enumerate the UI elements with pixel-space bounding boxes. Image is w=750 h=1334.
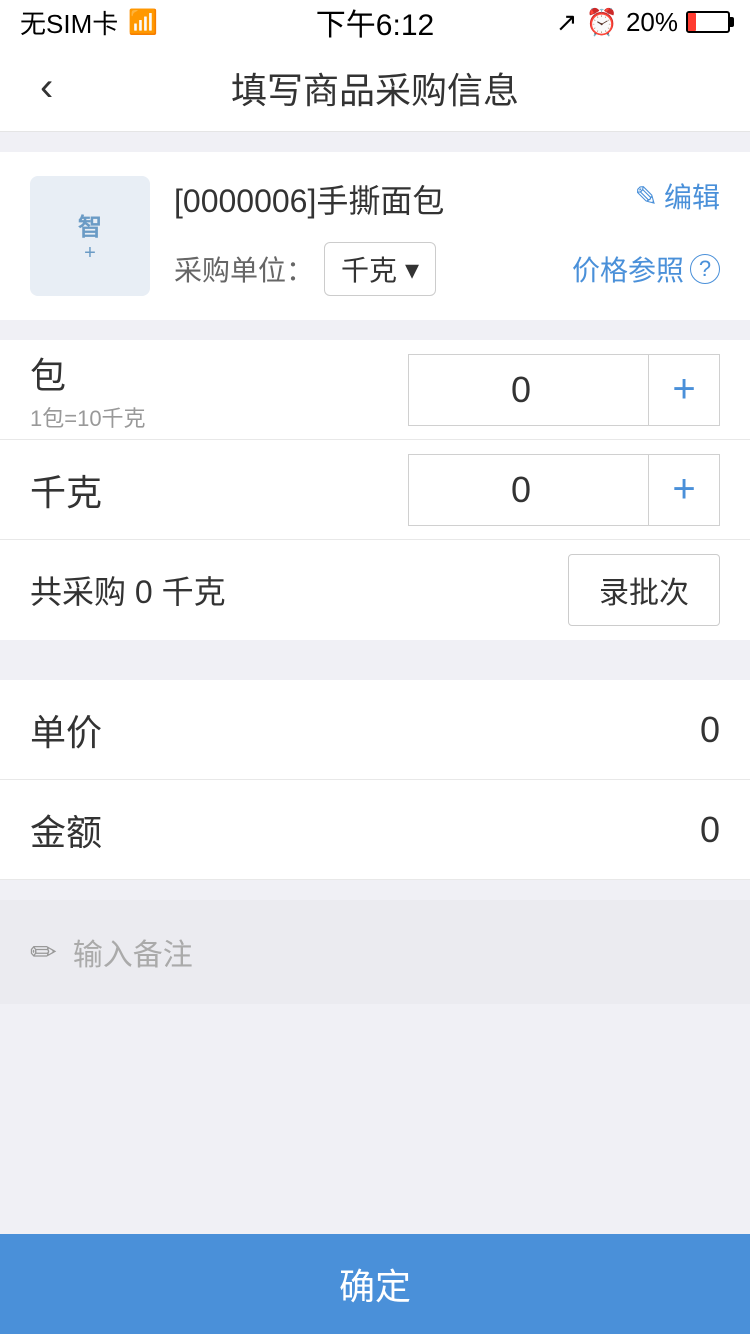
unit-selector[interactable]: 千克 ▾ (324, 242, 436, 296)
amount-row: 金额 0 (0, 780, 750, 880)
product-name: [0000006]手撕面包 (174, 176, 444, 222)
bag-main-label: 包 (30, 347, 150, 399)
dropdown-icon: ▾ (405, 253, 419, 286)
unit-price-label: 单价 (30, 704, 102, 756)
kg-plus-button[interactable]: + (648, 454, 720, 526)
product-header: [0000006]手撕面包 ✎ 编辑 (174, 176, 720, 222)
nav-bar: ‹ 填写商品采购信息 (0, 44, 750, 132)
location-icon: ↗ (556, 7, 578, 38)
confirm-button[interactable]: 确定 (0, 1234, 750, 1334)
unit-label: 采购单位： (174, 249, 314, 289)
confirm-label: 确定 (339, 1258, 411, 1310)
status-bar-right: ↗ ⏰ 20% (556, 7, 730, 38)
product-image: 智 + (30, 176, 150, 296)
unit-price-row: 单价 0 (0, 680, 750, 780)
batch-button[interactable]: 录批次 (568, 554, 720, 626)
remark-placeholder: 输入备注 (73, 930, 193, 974)
battery-percent: 20% (626, 7, 678, 38)
divider-2 (0, 640, 750, 660)
kg-quantity-input[interactable] (408, 454, 648, 526)
logo-plus: + (84, 242, 96, 265)
bag-plus-button[interactable]: + (648, 354, 720, 426)
bag-controls: + (150, 354, 720, 426)
logo-text: 智 (78, 207, 102, 242)
summary-text: 共采购 0 千克 (30, 567, 226, 613)
price-ref-help-icon: ? (690, 254, 720, 284)
amount-value: 0 (700, 809, 720, 851)
battery-icon (686, 11, 730, 33)
pencil-icon: ✏ (30, 933, 57, 971)
edit-label: 编辑 (664, 176, 720, 216)
amount-label: 金额 (30, 804, 102, 856)
status-bar: 无SIM卡 📶 下午6:12 ↗ ⏰ 20% (0, 0, 750, 44)
product-info: [0000006]手撕面包 ✎ 编辑 采购单位： 千克 ▾ 价格参照 ? (174, 176, 720, 296)
price-section: 单价 0 金额 0 (0, 680, 750, 880)
status-bar-left: 无SIM卡 📶 (20, 4, 158, 41)
bag-quantity-input[interactable] (408, 354, 648, 426)
main-content: 智 + [0000006]手撕面包 ✎ 编辑 采购单位： 千克 ▾ (0, 152, 750, 1124)
edit-icon: ✎ (635, 180, 658, 213)
page-title: 填写商品采购信息 (231, 62, 519, 114)
price-ref-label: 价格参照 (572, 249, 684, 289)
divider-1 (0, 320, 750, 340)
kg-input-row: 千克 + (0, 440, 750, 540)
bag-label: 包 1包=10千克 (30, 347, 150, 433)
price-ref-button[interactable]: 价格参照 ? (572, 249, 720, 289)
bag-sub-label: 1包=10千克 (30, 401, 150, 433)
alarm-icon: ⏰ (586, 7, 618, 38)
product-unit-row: 采购单位： 千克 ▾ 价格参照 ? (174, 242, 720, 296)
product-card: 智 + [0000006]手撕面包 ✎ 编辑 采购单位： 千克 ▾ (0, 152, 750, 320)
carrier-text: 无SIM卡 (20, 4, 118, 41)
unit-value: 千克 (341, 249, 397, 289)
wifi-icon: 📶 (128, 8, 158, 37)
status-bar-time: 下午6:12 (316, 0, 434, 44)
kg-label: 千克 (30, 464, 150, 516)
edit-button[interactable]: ✎ 编辑 (635, 176, 720, 216)
bag-input-row: 包 1包=10千克 + (0, 340, 750, 440)
summary-row: 共采购 0 千克 录批次 (0, 540, 750, 640)
remark-section[interactable]: ✏ 输入备注 (0, 900, 750, 1004)
unit-price-value: 0 (700, 709, 720, 751)
back-button[interactable]: ‹ (30, 55, 63, 120)
input-section: 包 1包=10千克 + 千克 + (0, 340, 750, 540)
kg-main-label: 千克 (30, 464, 150, 516)
kg-controls: + (150, 454, 720, 526)
